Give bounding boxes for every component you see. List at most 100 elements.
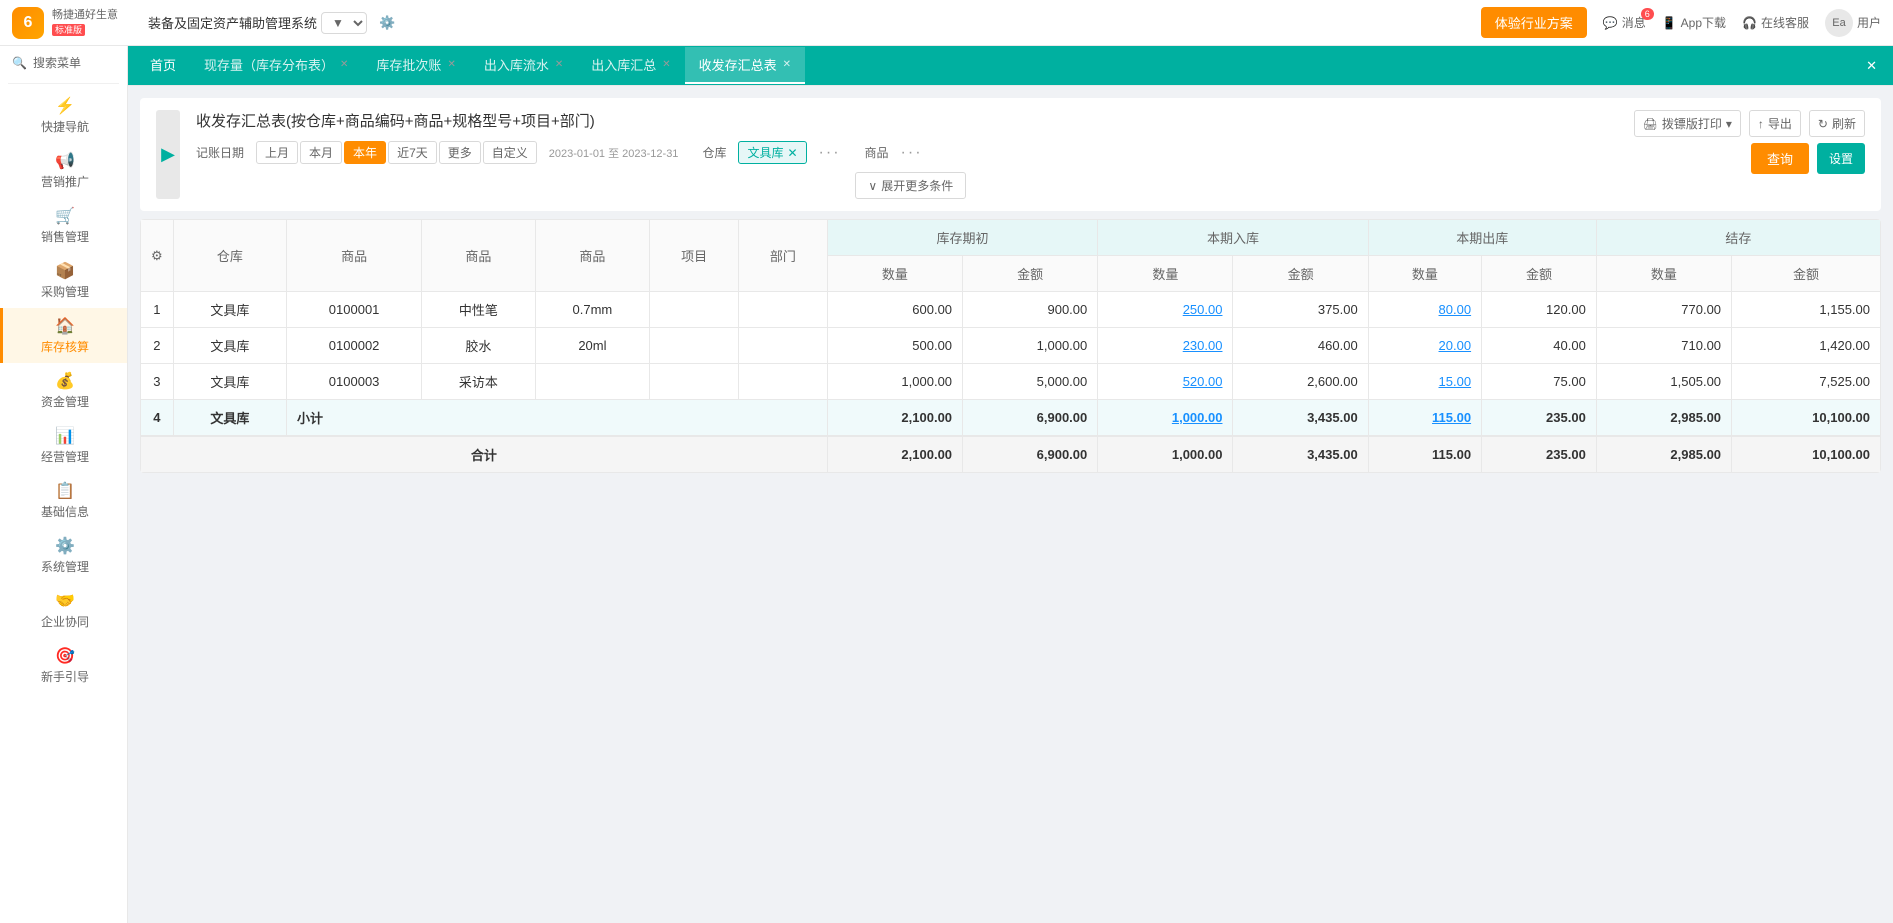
row3-in-qty[interactable]: 520.00 (1098, 364, 1233, 400)
row1-out-qty-link[interactable]: 80.00 (1439, 302, 1472, 317)
warehouse-more-icon[interactable]: ··· (819, 144, 841, 162)
subtotal-seq: 4 (141, 400, 174, 437)
marketing-label: 营销推广 (41, 173, 89, 190)
app-download-action[interactable]: 📱 App下载 (1662, 14, 1726, 31)
expand-conditions-button[interactable]: ∨ 展开更多条件 (855, 172, 966, 199)
subtotal-out-qty-link[interactable]: 115.00 (1432, 410, 1471, 425)
tab-flow[interactable]: 出入库流水 ✕ (470, 47, 577, 84)
row3-out-qty-link[interactable]: 15.00 (1439, 374, 1472, 389)
tab-batch-label: 库存批次账 (376, 55, 441, 74)
row2-in-qty[interactable]: 230.00 (1098, 328, 1233, 364)
sidebar-item-search[interactable]: 🔍 搜索菜单 (0, 46, 127, 79)
print-dropdown-icon: ▾ (1726, 117, 1732, 131)
tab-stock-dist-close-icon[interactable]: ✕ (340, 59, 348, 70)
tab-recv-send[interactable]: 收发存汇总表 ✕ (685, 47, 805, 84)
row1-out-qty[interactable]: 80.00 (1368, 292, 1481, 328)
finance-icon: 💰 (55, 371, 75, 391)
row3-dept (739, 364, 828, 400)
sidebar-item-marketing[interactable]: 📢 营销推广 (0, 143, 127, 198)
system-icon: ⚙️ (55, 536, 75, 556)
user-action[interactable]: Ea 用户 (1825, 9, 1881, 37)
sidebar-item-base-info[interactable]: 📋 基础信息 (0, 473, 127, 528)
tab-summary-close-icon[interactable]: ✕ (662, 59, 670, 70)
date-btn-this-year[interactable]: 本年 (344, 141, 386, 164)
row3-bal-amt: 7,525.00 (1732, 364, 1881, 400)
warehouse-tag-close-icon[interactable]: ✕ (787, 146, 797, 160)
tab-stock-dist-label: 现存量（库存分布表） (204, 55, 334, 74)
col-in-amt-header: 金额 (1233, 256, 1368, 292)
cooperation-label: 企业协同 (41, 613, 89, 630)
row1-in-qty-link[interactable]: 250.00 (1183, 302, 1223, 317)
date-btn-this-month[interactable]: 本月 (300, 141, 342, 164)
filter-toggle-button[interactable]: ▶ (156, 110, 180, 199)
col-open-qty-header: 数量 (827, 256, 962, 292)
system-selector[interactable]: ▼ (321, 12, 367, 34)
row2-name: 胶水 (422, 328, 535, 364)
subtotal-in-qty-link[interactable]: 1,000.00 (1172, 410, 1223, 425)
sidebar-item-quick-nav[interactable]: ⚡ 快捷导航 (0, 88, 127, 143)
total-label: 合计 (141, 436, 828, 473)
date-btn-7days[interactable]: 近7天 (388, 141, 437, 164)
tab-home[interactable]: 首页 (136, 47, 190, 84)
row2-out-qty[interactable]: 20.00 (1368, 328, 1481, 364)
avatar: Ea (1825, 9, 1853, 37)
table-settings-icon[interactable]: ⚙ (151, 248, 163, 263)
tab-flow-close-icon[interactable]: ✕ (555, 59, 563, 70)
inventory-icon: 🏠 (55, 316, 75, 336)
settings-gear-icon[interactable]: ⚙️ (379, 15, 395, 31)
sidebar: 🔍 搜索菜单 ⚡ 快捷导航 📢 营销推广 🛒 销售管理 📦 采购管理 🏠 (0, 46, 128, 923)
col-warehouse-header: 仓库 (173, 220, 286, 292)
online-support-action[interactable]: 🎧 在线客服 (1742, 14, 1809, 31)
print-button[interactable]: 🖨 拨镖版打印 ▾ (1634, 110, 1741, 137)
sidebar-item-purchase[interactable]: 📦 采购管理 (0, 253, 127, 308)
tab-batch-close-icon[interactable]: ✕ (447, 59, 455, 70)
sidebar-item-sales[interactable]: 🛒 销售管理 (0, 198, 127, 253)
sidebar-item-finance[interactable]: 💰 资金管理 (0, 363, 127, 418)
date-btn-more[interactable]: 更多 (439, 141, 481, 164)
export-button[interactable]: ↑ 导出 (1749, 110, 1801, 137)
sidebar-item-operations[interactable]: 📊 经营管理 (0, 418, 127, 473)
tab-bar: 首页 现存量（库存分布表） ✕ 库存批次账 ✕ 出入库流水 ✕ 出入库汇总 ✕ (128, 46, 1893, 86)
sidebar-item-system[interactable]: ⚙️ 系统管理 (0, 528, 127, 583)
tab-bar-close-icon[interactable]: ✕ (1858, 58, 1885, 74)
sidebar-item-cooperation[interactable]: 🤝 企业协同 (0, 583, 127, 638)
row1-name: 中性笔 (422, 292, 535, 328)
row3-name: 采访本 (422, 364, 535, 400)
row1-out-amt: 120.00 (1482, 292, 1597, 328)
refresh-button[interactable]: ↻ 刷新 (1809, 110, 1865, 137)
row2-seq: 2 (141, 328, 174, 364)
query-button[interactable]: 查询 (1751, 143, 1809, 174)
tab-batch[interactable]: 库存批次账 ✕ (362, 47, 469, 84)
warehouse-filter-tag[interactable]: 文具库 ✕ (738, 141, 806, 164)
table-settings-header[interactable]: ⚙ (141, 220, 174, 292)
print-icon: 🖨 (1643, 117, 1658, 131)
total-open-qty: 2,100.00 (827, 436, 962, 473)
row2-out-qty-link[interactable]: 20.00 (1439, 338, 1472, 353)
user-label: 用户 (1857, 14, 1881, 31)
sidebar-item-inventory[interactable]: 🏠 库存核算 (0, 308, 127, 363)
logo-icon: 6 (12, 7, 44, 39)
sales-icon: 🛒 (55, 206, 75, 226)
commodity-more-icon[interactable]: ··· (901, 144, 923, 162)
headset-icon: 🎧 (1742, 16, 1757, 30)
date-btn-custom[interactable]: 自定义 (483, 141, 537, 164)
subtotal-in-qty[interactable]: 1,000.00 (1098, 400, 1233, 437)
row3-out-qty[interactable]: 15.00 (1368, 364, 1481, 400)
col-open-amt-header: 金额 (963, 256, 1098, 292)
row1-bal-qty: 770.00 (1596, 292, 1731, 328)
try-industry-button[interactable]: 体验行业方案 (1481, 7, 1587, 38)
tab-summary[interactable]: 出入库汇总 ✕ (577, 47, 684, 84)
messages-action[interactable]: 💬 消息 6 (1603, 14, 1646, 31)
tab-stock-dist[interactable]: 现存量（库存分布表） ✕ (190, 47, 362, 84)
sidebar-item-newbie[interactable]: 🎯 新手引导 (0, 638, 127, 693)
row3-in-qty-link[interactable]: 520.00 (1183, 374, 1223, 389)
export-icon: ↑ (1758, 117, 1764, 131)
settings-button[interactable]: 设置 (1817, 143, 1865, 174)
row1-in-qty[interactable]: 250.00 (1098, 292, 1233, 328)
subtotal-out-qty[interactable]: 115.00 (1368, 400, 1481, 437)
tab-recv-send-close-icon[interactable]: ✕ (783, 59, 791, 70)
date-btn-last-month[interactable]: 上月 (256, 141, 298, 164)
col-in-qty-header: 数量 (1098, 256, 1233, 292)
total-row: 合计 2,100.00 6,900.00 1,000.00 3,435.00 1… (141, 436, 1881, 473)
row2-in-qty-link[interactable]: 230.00 (1183, 338, 1223, 353)
